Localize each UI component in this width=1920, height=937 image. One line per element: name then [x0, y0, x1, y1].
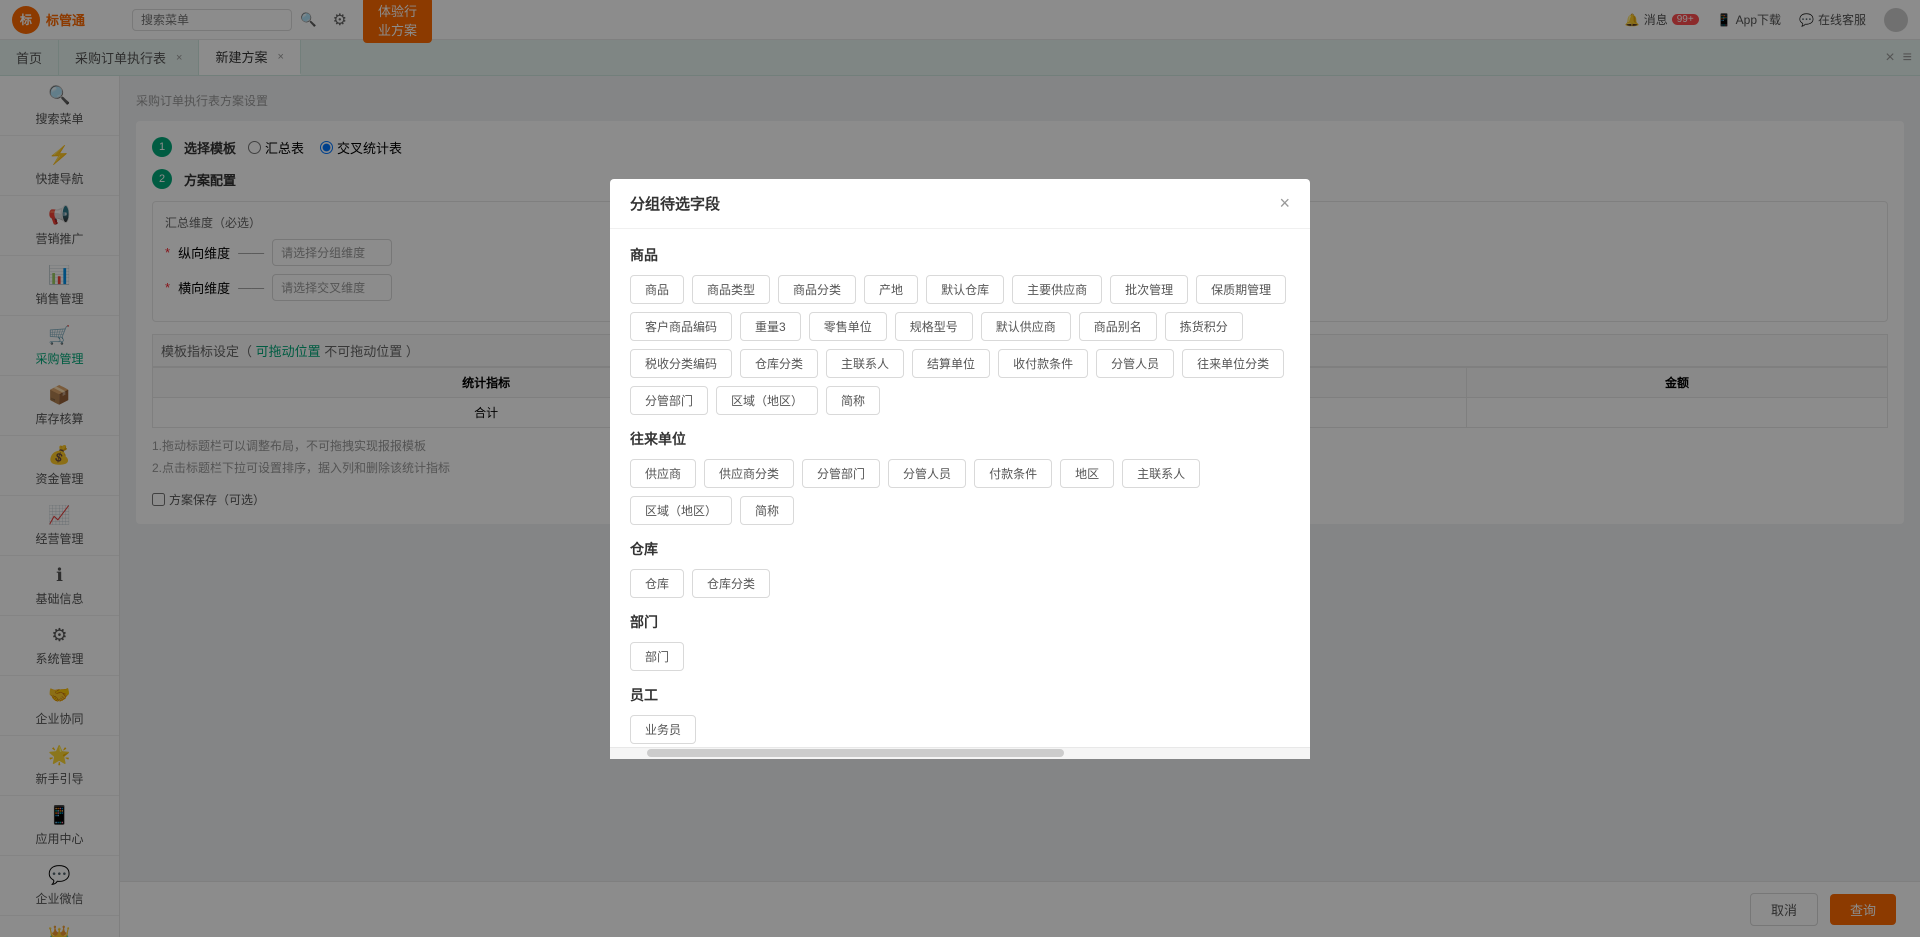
field-tag-partner-6[interactable]: 主联系人 [1122, 459, 1200, 488]
field-tag-goods-8[interactable]: 客户商品编码 [630, 312, 732, 341]
field-tag-goods-7[interactable]: 保质期管理 [1196, 275, 1286, 304]
field-tag-goods-19[interactable]: 收付款条件 [998, 349, 1088, 378]
field-tag-goods-0[interactable]: 商品 [630, 275, 684, 304]
field-tag-warehouse-0[interactable]: 仓库 [630, 569, 684, 598]
modal-hscroll-thumb [647, 749, 1065, 757]
field-tag-goods-11[interactable]: 规格型号 [895, 312, 973, 341]
field-tag-goods-10[interactable]: 零售单位 [809, 312, 887, 341]
modal-body: 商品 商品 商品类型 商品分类 产地 默认仓库 主要供应商 批次管理 保质期管理… [610, 229, 1310, 747]
modal-close-btn[interactable]: × [1279, 193, 1290, 214]
section-title-staff: 员工 [630, 685, 1290, 705]
section-title-warehouse: 仓库 [630, 539, 1290, 559]
field-tag-partner-8[interactable]: 简称 [740, 496, 794, 525]
section-title-partner: 往来单位 [630, 429, 1290, 449]
field-tags-dept: 部门 [630, 642, 1290, 671]
field-tag-goods-4[interactable]: 默认仓库 [926, 275, 1004, 304]
field-tag-goods-22[interactable]: 分管部门 [630, 386, 708, 415]
section-title-goods: 商品 [630, 245, 1290, 265]
field-tag-goods-9[interactable]: 重量3 [740, 312, 801, 341]
field-tag-goods-2[interactable]: 商品分类 [778, 275, 856, 304]
field-tags-staff: 业务员 [630, 715, 1290, 744]
field-tag-partner-0[interactable]: 供应商 [630, 459, 696, 488]
field-select-modal: 分组待选字段 × 商品 商品 商品类型 商品分类 产地 默认仓库 主要供应商 批… [610, 179, 1310, 759]
field-tag-goods-13[interactable]: 商品别名 [1079, 312, 1157, 341]
field-tag-partner-4[interactable]: 付款条件 [974, 459, 1052, 488]
field-tag-partner-3[interactable]: 分管人员 [888, 459, 966, 488]
field-tag-goods-23[interactable]: 区域（地区） [716, 386, 818, 415]
field-tag-partner-5[interactable]: 地区 [1060, 459, 1114, 488]
field-tags-goods: 商品 商品类型 商品分类 产地 默认仓库 主要供应商 批次管理 保质期管理 客户… [630, 275, 1290, 415]
field-tag-staff-0[interactable]: 业务员 [630, 715, 696, 744]
field-tag-goods-16[interactable]: 仓库分类 [740, 349, 818, 378]
field-tags-warehouse: 仓库 仓库分类 [630, 569, 1290, 598]
field-tag-goods-6[interactable]: 批次管理 [1110, 275, 1188, 304]
modal-hscroll[interactable] [610, 747, 1310, 759]
field-tag-goods-15[interactable]: 税收分类编码 [630, 349, 732, 378]
field-tag-goods-1[interactable]: 商品类型 [692, 275, 770, 304]
field-tag-goods-12[interactable]: 默认供应商 [981, 312, 1071, 341]
field-tag-goods-5[interactable]: 主要供应商 [1012, 275, 1102, 304]
field-tag-warehouse-1[interactable]: 仓库分类 [692, 569, 770, 598]
field-tag-goods-3[interactable]: 产地 [864, 275, 918, 304]
modal-title: 分组待选字段 [630, 193, 720, 214]
field-tag-partner-1[interactable]: 供应商分类 [704, 459, 794, 488]
field-tag-goods-14[interactable]: 拣货积分 [1165, 312, 1243, 341]
field-tag-goods-18[interactable]: 结算单位 [912, 349, 990, 378]
field-tag-dept-0[interactable]: 部门 [630, 642, 684, 671]
field-tag-goods-20[interactable]: 分管人员 [1096, 349, 1174, 378]
field-tags-partner: 供应商 供应商分类 分管部门 分管人员 付款条件 地区 主联系人 区域（地区） … [630, 459, 1290, 525]
field-tag-goods-17[interactable]: 主联系人 [826, 349, 904, 378]
field-tag-goods-24[interactable]: 简称 [826, 386, 880, 415]
field-tag-partner-2[interactable]: 分管部门 [802, 459, 880, 488]
field-tag-goods-21[interactable]: 往来单位分类 [1182, 349, 1284, 378]
modal-header: 分组待选字段 × [610, 179, 1310, 229]
field-tag-partner-7[interactable]: 区域（地区） [630, 496, 732, 525]
section-title-dept: 部门 [630, 612, 1290, 632]
